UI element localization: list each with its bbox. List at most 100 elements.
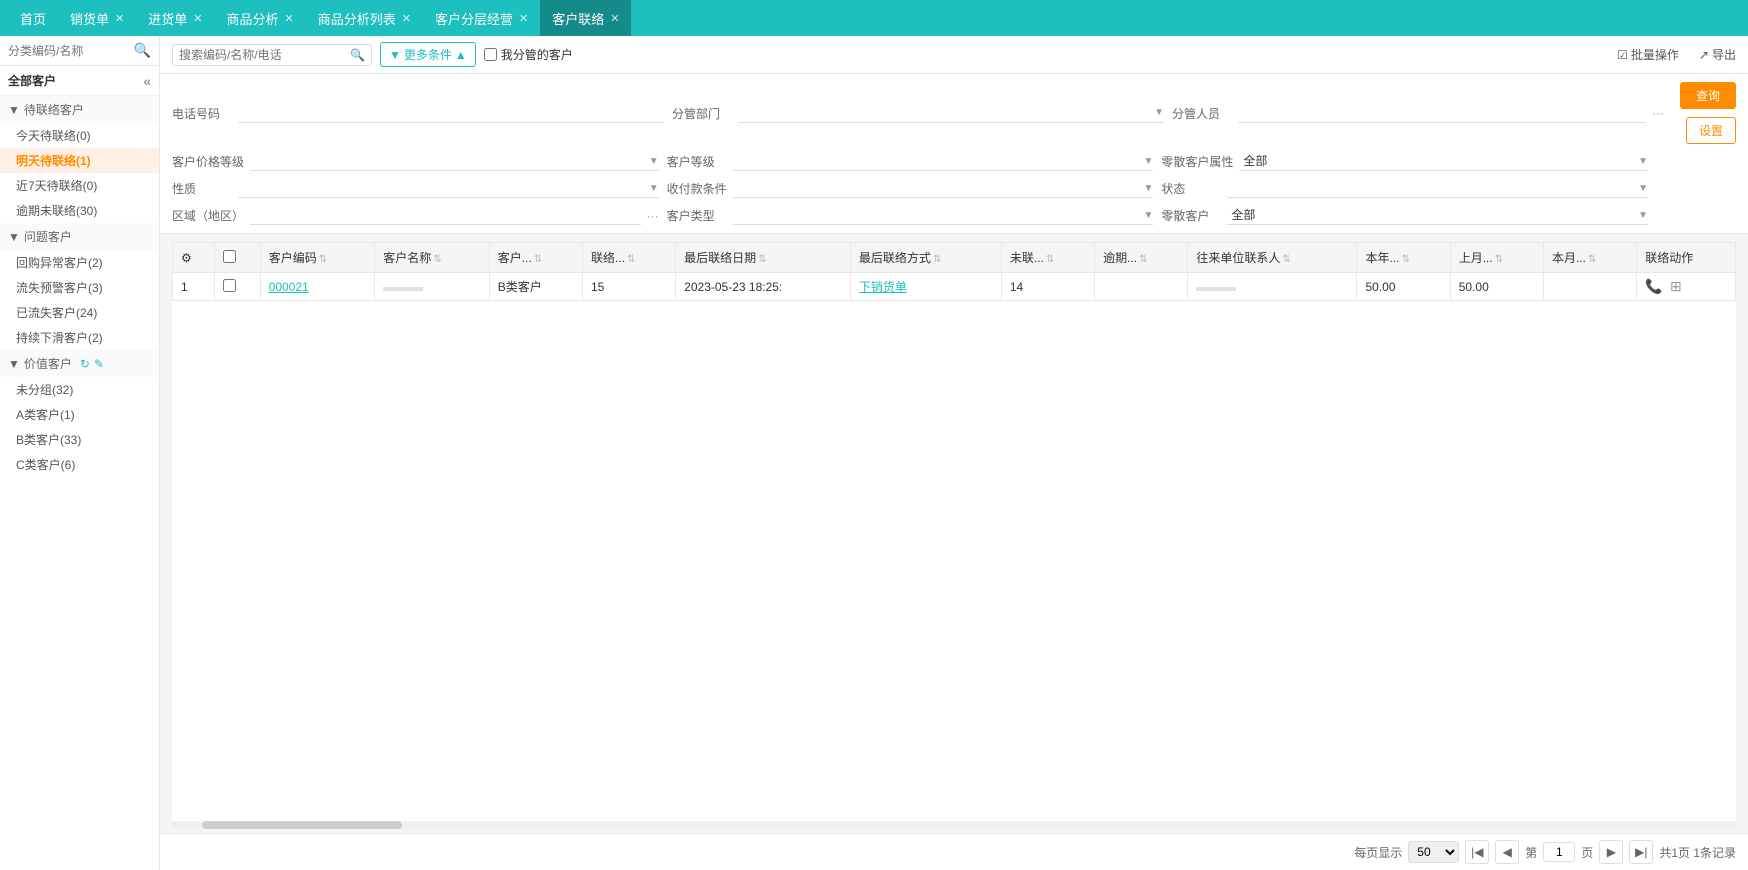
page-input[interactable] bbox=[1543, 842, 1575, 862]
th-this-month: 本月...⇅ bbox=[1543, 243, 1636, 273]
sort-icon[interactable]: ⇅ bbox=[1046, 254, 1054, 265]
prev-page-button[interactable]: ◀ bbox=[1495, 840, 1519, 864]
sidebar-item-churned[interactable]: 已流失客户(24) bbox=[0, 300, 159, 325]
more-conditions-button[interactable]: ▼ 更多条件 ▲ bbox=[380, 42, 476, 67]
data-table-container: ⚙ 客户编码⇅ 客户名称⇅ 客户...⇅ 联络...⇅ 最后联络日期⇅ 最后联络… bbox=[172, 242, 1736, 821]
phone-action-icon[interactable]: 📞 bbox=[1645, 278, 1662, 294]
retail-attr-select[interactable]: 全部 bbox=[1239, 152, 1638, 170]
collapse-icon[interactable]: « bbox=[143, 73, 151, 89]
chevron-down-icon: ▼ bbox=[1143, 183, 1153, 194]
sidebar-item-c-class[interactable]: C类客户(6) bbox=[0, 452, 159, 477]
nav-purchase-order[interactable]: 进货单 ✕ bbox=[136, 0, 214, 36]
all-customers-header: 全部客户 « bbox=[0, 66, 159, 96]
per-page-label: 每页显示 bbox=[1354, 844, 1402, 861]
search-input[interactable] bbox=[179, 48, 350, 62]
sort-icon[interactable]: ⇅ bbox=[627, 254, 635, 265]
sort-icon[interactable]: ⇅ bbox=[1495, 254, 1503, 265]
sidebar-item-declining[interactable]: 持续下滑客户(2) bbox=[0, 325, 159, 350]
more-icon[interactable]: ··· bbox=[647, 209, 659, 223]
export-icon: ↗ bbox=[1699, 48, 1709, 62]
nav-customer-contact[interactable]: 客户联络 ✕ bbox=[540, 0, 631, 36]
close-icon[interactable]: ✕ bbox=[610, 12, 619, 25]
price-level-select[interactable] bbox=[250, 152, 649, 170]
group-pending-contact[interactable]: ▼ 待联络客户 bbox=[0, 96, 159, 123]
query-button[interactable]: 查询 bbox=[1680, 82, 1736, 109]
select-all-checkbox[interactable] bbox=[223, 250, 236, 263]
retail-customer-select[interactable]: 全部 bbox=[1227, 206, 1638, 224]
group-value-customers[interactable]: ▼ 价值客户 ↻ ✎ bbox=[0, 350, 159, 377]
sort-icon[interactable]: ⇅ bbox=[433, 254, 441, 265]
more-icon[interactable]: ··· bbox=[1652, 106, 1664, 120]
scrollbar-thumb[interactable] bbox=[202, 821, 402, 829]
sidebar-item-b-class[interactable]: B类客户(33) bbox=[0, 427, 159, 452]
th-contact-count: 联络...⇅ bbox=[582, 243, 675, 273]
sidebar-item-today-contact[interactable]: 今天待联络(0) bbox=[0, 123, 159, 148]
th-gear[interactable]: ⚙ bbox=[173, 243, 215, 273]
sort-icon[interactable]: ⇅ bbox=[1402, 254, 1410, 265]
th-this-year: 本年...⇅ bbox=[1357, 243, 1450, 273]
refresh-icon[interactable]: ↻ bbox=[80, 357, 90, 371]
payment-select[interactable] bbox=[733, 179, 1144, 197]
close-icon[interactable]: ✕ bbox=[519, 12, 528, 25]
status-select[interactable] bbox=[1227, 179, 1638, 197]
gear-icon[interactable]: ⚙ bbox=[181, 251, 192, 265]
sort-icon[interactable]: ⇅ bbox=[534, 254, 542, 265]
sort-icon[interactable]: ⇅ bbox=[933, 254, 941, 265]
sort-icon[interactable]: ⇅ bbox=[1282, 254, 1290, 265]
close-icon[interactable]: ✕ bbox=[115, 12, 124, 25]
next-page-button[interactable]: ▶ bbox=[1599, 840, 1623, 864]
sort-icon[interactable]: ⇅ bbox=[1139, 254, 1147, 265]
nav-sales-order[interactable]: 销货单 ✕ bbox=[58, 0, 136, 36]
sidebar-item-tomorrow-contact[interactable]: 明天待联络(1) bbox=[0, 148, 159, 173]
page-unit: 页 bbox=[1581, 844, 1593, 861]
customer-type-select[interactable] bbox=[733, 206, 1144, 224]
gender-select[interactable] bbox=[238, 179, 649, 197]
region-input[interactable] bbox=[250, 206, 641, 225]
per-page-select[interactable]: 50 100 200 bbox=[1408, 841, 1459, 863]
sort-icon[interactable]: ⇅ bbox=[1588, 254, 1596, 265]
nav-home[interactable]: 首页 bbox=[8, 0, 58, 36]
chevron-down-icon: ▼ bbox=[649, 156, 659, 167]
my-customers-checkbox[interactable] bbox=[484, 48, 497, 61]
search-icon[interactable]: 🔍 bbox=[134, 42, 151, 59]
sidebar-item-repurchase-abnormal[interactable]: 回购异常客户(2) bbox=[0, 250, 159, 275]
th-customer-type: 客户...⇅ bbox=[489, 243, 582, 273]
group-problem-customers[interactable]: ▼ 问题客户 bbox=[0, 223, 159, 250]
phone-input[interactable] bbox=[238, 104, 664, 123]
contact-method-link[interactable]: 下销货单 bbox=[859, 280, 907, 294]
sidebar-search-input[interactable] bbox=[8, 44, 134, 58]
customer-level-label: 客户等级 bbox=[667, 153, 727, 170]
nav-customer-segmentation[interactable]: 客户分层经营 ✕ bbox=[423, 0, 540, 36]
sidebar-item-7days-contact[interactable]: 近7天待联络(0) bbox=[0, 173, 159, 198]
page-label: 第 bbox=[1525, 844, 1537, 861]
sort-icon[interactable]: ⇅ bbox=[319, 254, 327, 265]
sidebar-item-overdue-contact[interactable]: 逾期未联络(30) bbox=[0, 198, 159, 223]
sidebar-item-ungrouped[interactable]: 未分组(32) bbox=[0, 377, 159, 402]
dept-select[interactable] bbox=[738, 104, 1154, 122]
horizontal-scrollbar[interactable] bbox=[172, 821, 1736, 829]
search-icon[interactable]: 🔍 bbox=[350, 48, 365, 62]
sidebar-item-a-class[interactable]: A类客户(1) bbox=[0, 402, 159, 427]
manager-input[interactable] bbox=[1238, 104, 1646, 123]
batch-ops-button[interactable]: ☑ 批量操作 bbox=[1617, 46, 1679, 63]
settings-button[interactable]: 设置 bbox=[1686, 117, 1736, 144]
edit-icon[interactable]: ✎ bbox=[94, 357, 104, 371]
filter-cell-region: 区域（地区） ··· bbox=[172, 206, 659, 225]
nav-product-analysis[interactable]: 商品分析 ✕ bbox=[214, 0, 305, 36]
grid-action-icon[interactable]: ⊞ bbox=[1670, 278, 1682, 294]
close-icon[interactable]: ✕ bbox=[402, 12, 411, 25]
sort-icon[interactable]: ⇅ bbox=[758, 254, 766, 265]
th-last-contact-date: 最后联络日期⇅ bbox=[676, 243, 851, 273]
nav-product-analysis-list[interactable]: 商品分析列表 ✕ bbox=[306, 0, 423, 36]
customer-code-link[interactable]: 000021 bbox=[269, 280, 309, 294]
close-icon[interactable]: ✕ bbox=[193, 12, 202, 25]
customer-level-select[interactable] bbox=[733, 152, 1144, 170]
export-button[interactable]: ↗ 导出 bbox=[1699, 46, 1736, 63]
sidebar-item-churn-warning[interactable]: 流失预警客户(3) bbox=[0, 275, 159, 300]
filter-row-1: 电话号码 分管部门 ▼ 分管人员 ··· 查询 设置 bbox=[172, 82, 1736, 144]
last-page-button[interactable]: ▶| bbox=[1629, 840, 1653, 864]
close-icon[interactable]: ✕ bbox=[285, 12, 294, 25]
row-checkbox[interactable] bbox=[223, 279, 236, 292]
my-customers-checkbox-label[interactable]: 我分管的客户 bbox=[484, 46, 573, 63]
first-page-button[interactable]: |◀ bbox=[1465, 840, 1489, 864]
